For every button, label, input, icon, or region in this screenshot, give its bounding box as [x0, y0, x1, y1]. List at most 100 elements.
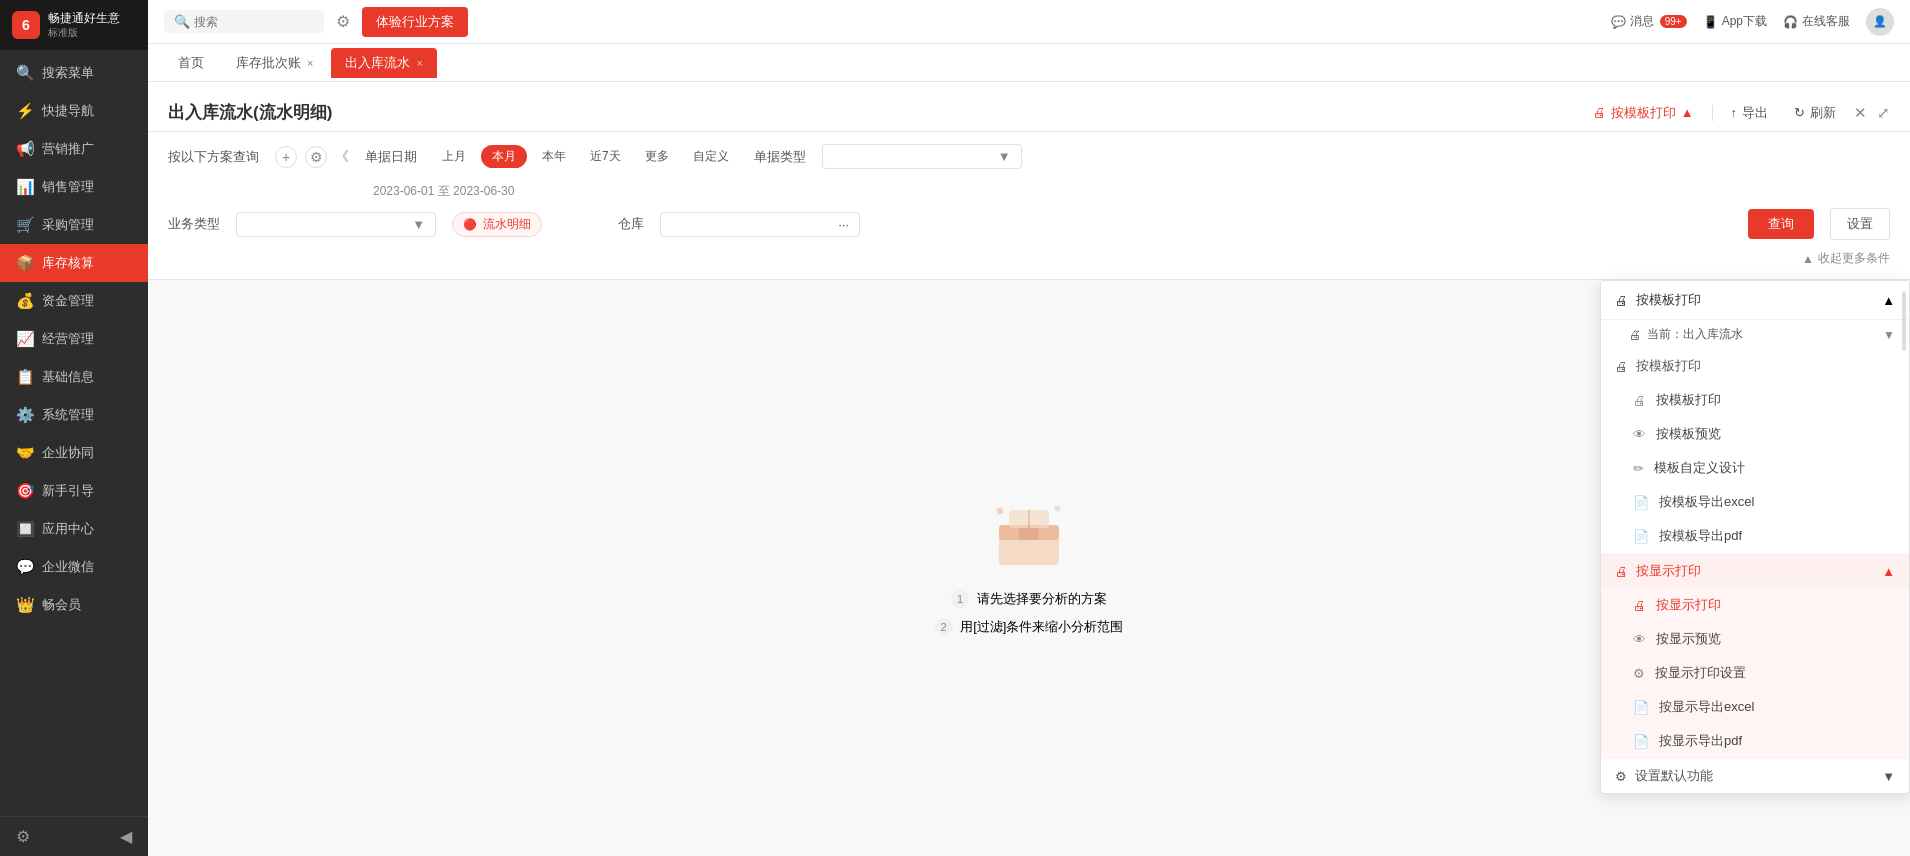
sidebar-item-basic[interactable]: 📋 基础信息 — [0, 358, 148, 396]
sidebar-item-operation[interactable]: 📈 经营管理 — [0, 320, 148, 358]
filter-add-button[interactable]: + — [275, 146, 297, 168]
tab-home-label: 首页 — [178, 54, 204, 72]
date-btn-more[interactable]: 更多 — [636, 144, 678, 169]
shortcut-icon: ⚡ — [16, 102, 34, 120]
main-content: 🔍 ⚙ 体验行业方案 💬 消息 99+ 📱 App下载 🎧 在线客服 👤 — [148, 0, 1910, 856]
collapse-more-button[interactable]: ▲ 收起更多条件 — [1802, 250, 1890, 267]
sidebar-item-label: 快捷导航 — [42, 102, 94, 120]
template-export-excel-label: 按模板导出excel — [1659, 493, 1754, 511]
collapse-sidebar-icon[interactable]: ◀ — [120, 827, 132, 846]
display-preview-item[interactable]: 👁 按显示预览 — [1601, 622, 1909, 656]
sidebar-item-guide[interactable]: 🎯 新手引导 — [0, 472, 148, 510]
sidebar-item-label: 企业微信 — [42, 558, 94, 576]
template-export-pdf-icon: 📄 — [1633, 529, 1649, 544]
current-indicator: 🖨 当前：出入库流水 ▼ — [1601, 320, 1909, 349]
collab-icon: 🤝 — [16, 444, 34, 462]
date-btn-custom[interactable]: 自定义 — [684, 144, 738, 169]
page-close-icon[interactable]: ✕ — [1854, 104, 1867, 122]
default-setting-item[interactable]: ⚙ 设置默认功能 ▼ — [1601, 759, 1909, 793]
doc-type-select[interactable]: ▼ — [822, 144, 1022, 169]
tab-flow-close-icon[interactable]: × — [416, 57, 422, 69]
topbar-search-input[interactable] — [194, 15, 304, 29]
settings-icon[interactable]: ⚙ — [16, 827, 30, 846]
template-print-item-icon: 🖨 — [1633, 393, 1646, 408]
template-print-section-header[interactable]: 🖨 按模板打印 — [1601, 349, 1909, 383]
sidebar-item-marketing[interactable]: 📢 营销推广 — [0, 130, 148, 168]
topbar-service[interactable]: 🎧 在线客服 — [1783, 13, 1850, 30]
user-avatar[interactable]: 👤 — [1866, 8, 1894, 36]
display-export-pdf-item[interactable]: 📄 按显示导出pdf — [1601, 724, 1909, 758]
biz-type-select[interactable]: ▼ — [236, 212, 436, 237]
sidebar-item-finance[interactable]: 💰 资金管理 — [0, 282, 148, 320]
biz-type-arrow-icon: ▼ — [412, 217, 425, 232]
topbar-message[interactable]: 💬 消息 99+ — [1611, 13, 1687, 30]
filter-settings-button[interactable]: ⚙ — [305, 146, 327, 168]
sidebar-item-label: 基础信息 — [42, 368, 94, 386]
current-arrow-icon: ▼ — [1883, 328, 1895, 342]
filter-collapse-icon[interactable]: 《 — [335, 148, 349, 166]
page-expand-icon[interactable]: ⤢ — [1877, 104, 1890, 122]
sidebar-item-label: 营销推广 — [42, 140, 94, 158]
print-template-button[interactable]: 🖨 按模板打印 ▲ — [1585, 100, 1702, 126]
default-setting-icon: ⚙ — [1615, 769, 1627, 784]
warehouse-label: 仓库 — [618, 215, 644, 233]
display-print-settings-icon: ⚙ — [1633, 666, 1645, 681]
tab-batch-close-icon[interactable]: × — [307, 57, 313, 69]
date-btn-current-month[interactable]: 本月 — [481, 145, 527, 168]
display-print-item[interactable]: 🖨 按显示打印 — [1601, 588, 1909, 622]
display-export-pdf-label: 按显示导出pdf — [1659, 732, 1742, 750]
tab-home[interactable]: 首页 — [164, 48, 218, 78]
tab-flow[interactable]: 出入库流水 × — [331, 48, 436, 78]
display-print-section-header[interactable]: 🖨 按显示打印 ▲ — [1601, 554, 1909, 588]
sidebar-item-label: 畅会员 — [42, 596, 81, 614]
sidebar-item-inventory[interactable]: 📦 库存核算 — [0, 244, 148, 282]
date-btn-current-year[interactable]: 本年 — [533, 144, 575, 169]
sidebar-item-label: 系统管理 — [42, 406, 94, 424]
service-label: 在线客服 — [1802, 13, 1850, 30]
filter-label: 按以下方案查询 — [168, 148, 259, 166]
topbar-left: 🔍 ⚙ 体验行业方案 — [164, 7, 468, 37]
export-button[interactable]: ↑ 导出 — [1723, 100, 1777, 126]
sidebar-item-collab[interactable]: 🤝 企业协同 — [0, 434, 148, 472]
date-btn-7days[interactable]: 近7天 — [581, 144, 630, 169]
message-icon: 💬 — [1611, 15, 1626, 29]
collapse-label: 收起更多条件 — [1818, 250, 1890, 267]
date-btn-last-month[interactable]: 上月 — [433, 144, 475, 169]
template-preview-item[interactable]: 👁 按模板预览 — [1601, 417, 1909, 451]
topbar-settings-icon[interactable]: ⚙ — [336, 12, 350, 31]
sidebar-item-wechat[interactable]: 💬 企业微信 — [0, 548, 148, 586]
sidebar-item-member[interactable]: 👑 畅会员 — [0, 586, 148, 624]
warehouse-select[interactable]: ··· — [660, 212, 860, 237]
refresh-button[interactable]: ↻ 刷新 — [1786, 100, 1844, 126]
display-export-pdf-icon: 📄 — [1633, 734, 1649, 749]
sales-icon: 📊 — [16, 178, 34, 196]
sidebar-item-purchase[interactable]: 🛒 采购管理 — [0, 206, 148, 244]
tab-batch[interactable]: 库存批次账 × — [222, 48, 327, 78]
panel-scrollbar[interactable] — [1901, 281, 1907, 793]
sidebar-item-label: 采购管理 — [42, 216, 94, 234]
sidebar-item-search[interactable]: 🔍 搜索菜单 — [0, 54, 148, 92]
sidebar-item-shortcut[interactable]: ⚡ 快捷导航 — [0, 92, 148, 130]
sidebar-item-system[interactable]: ⚙️ 系统管理 — [0, 396, 148, 434]
template-export-pdf-item[interactable]: 📄 按模板导出pdf — [1601, 519, 1909, 553]
dropdown-header[interactable]: 🖨 按模板打印 ▲ — [1601, 281, 1909, 320]
display-preview-icon: 👁 — [1633, 632, 1646, 647]
sidebar-item-apps[interactable]: 🔲 应用中心 — [0, 510, 148, 548]
chevron-up-icon: ▲ — [1681, 105, 1694, 120]
template-export-excel-item[interactable]: 📄 按模板导出excel — [1601, 485, 1909, 519]
template-custom-item[interactable]: ✏ 模板自定义设计 — [1601, 451, 1909, 485]
display-export-excel-item[interactable]: 📄 按显示导出excel — [1601, 690, 1909, 724]
template-print-item[interactable]: 🖨 按模板打印 — [1601, 383, 1909, 417]
filter-area: 按以下方案查询 + ⚙ 《 单据日期 上月 本月 本年 近7天 更多 自定义 单… — [148, 132, 1910, 280]
sidebar-item-sales[interactable]: 📊 销售管理 — [0, 168, 148, 206]
topbar-app-download[interactable]: 📱 App下载 — [1703, 13, 1767, 30]
collapse-row: ▲ 收起更多条件 — [168, 250, 1890, 267]
query-button[interactable]: 查询 — [1748, 209, 1814, 239]
sidebar-item-label: 库存核算 — [42, 254, 94, 272]
display-print-settings-item[interactable]: ⚙ 按显示打印设置 — [1601, 656, 1909, 690]
section-left: 🖨 按模板打印 — [1615, 357, 1701, 375]
setup-button[interactable]: 设置 — [1830, 208, 1890, 240]
template-custom-label: 模板自定义设计 — [1654, 459, 1745, 477]
industry-solution-button[interactable]: 体验行业方案 — [362, 7, 468, 37]
flow-detail-tag[interactable]: 🔴 流水明细 — [452, 212, 542, 237]
